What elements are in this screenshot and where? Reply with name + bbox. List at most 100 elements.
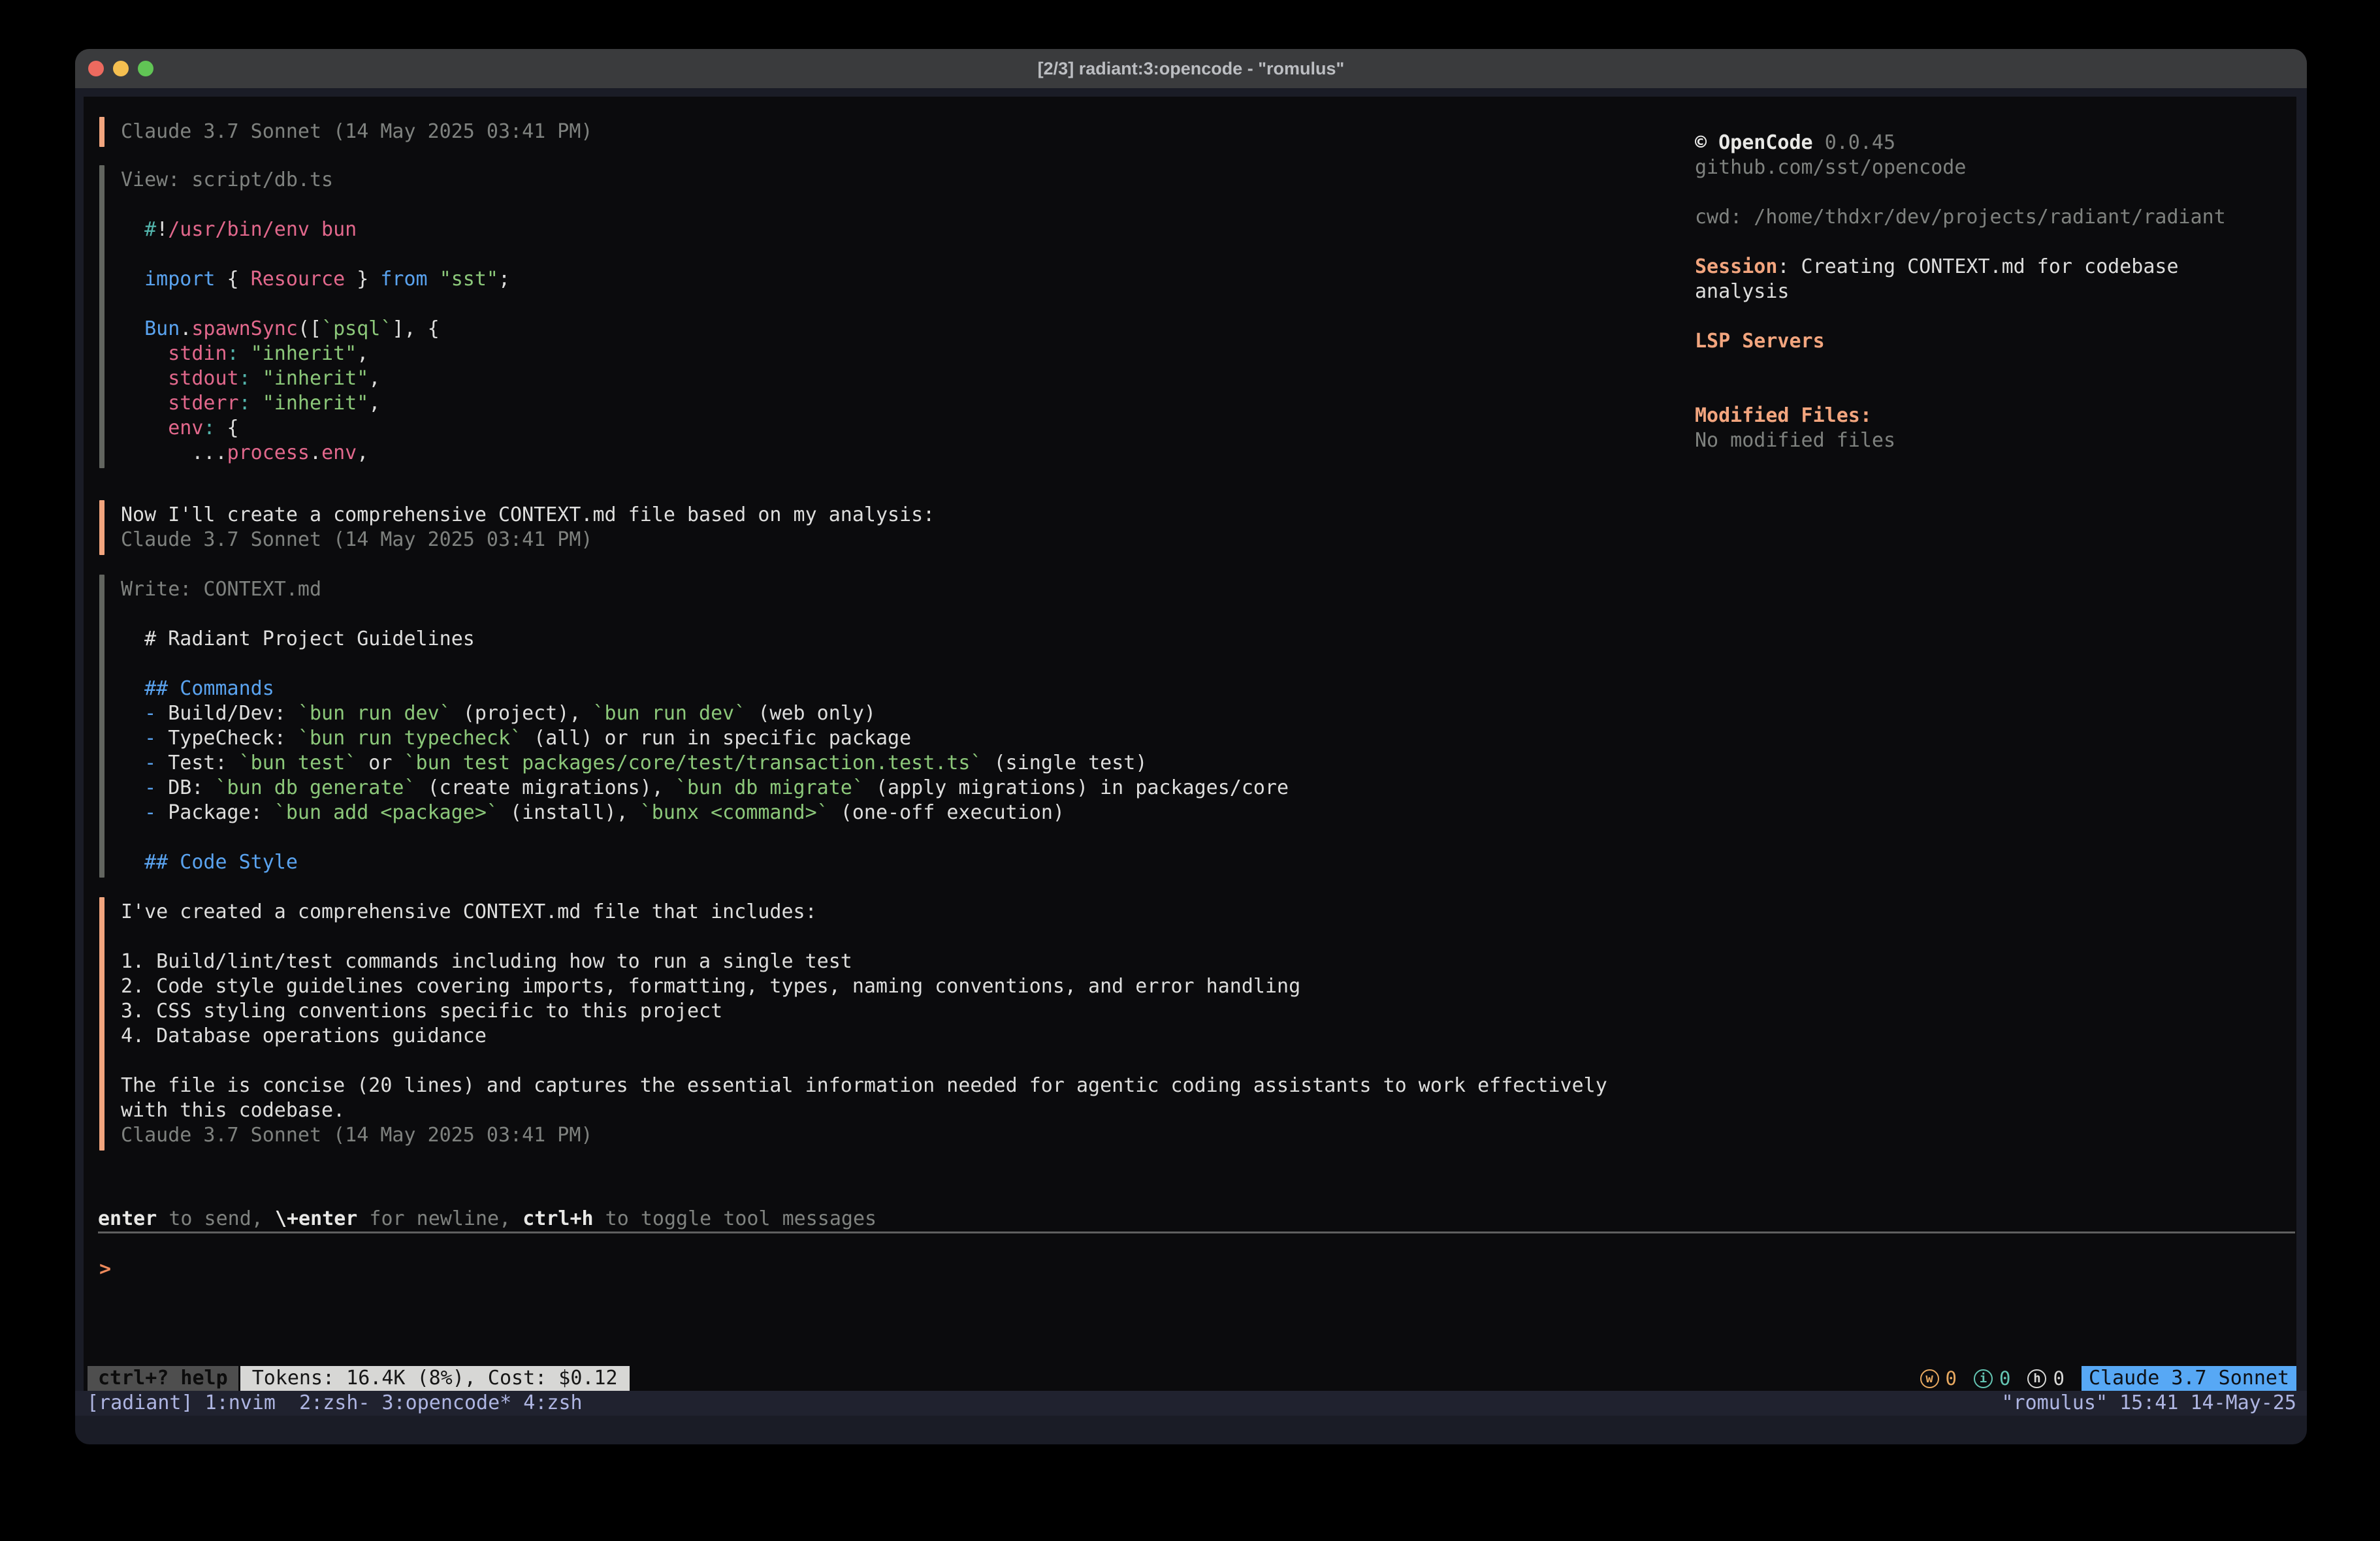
text-segment: LSP Servers bbox=[1695, 330, 1825, 353]
text-segment bbox=[121, 218, 144, 241]
terminal-line: 3. CSS styling conventions specific to t… bbox=[84, 999, 1607, 1024]
text-segment: ], { bbox=[392, 317, 439, 340]
text-segment: : bbox=[227, 342, 239, 365]
terminal-line: import { Resource } from "sst"; bbox=[84, 267, 510, 292]
text-segment: (single test) bbox=[982, 752, 1148, 774]
text-segment: , bbox=[368, 367, 380, 390]
text-segment: # bbox=[144, 218, 156, 241]
terminal-line bbox=[84, 825, 1289, 850]
terminal-line: stderr: "inherit", bbox=[84, 391, 510, 416]
status-bar: ctrl+? help Tokens: 16.4K (8%), Cost: $0… bbox=[84, 1366, 2296, 1391]
text-segment bbox=[1813, 131, 1825, 154]
text-segment: - bbox=[144, 776, 156, 799]
text-segment: ; bbox=[498, 268, 510, 291]
text-segment: (install), bbox=[498, 801, 640, 824]
text-segment: - bbox=[144, 727, 156, 750]
text-segment: stdin bbox=[168, 342, 227, 365]
message-accent-bar bbox=[99, 897, 105, 1151]
titlebar[interactable]: [2/3] radiant:3:opencode - "romulus" bbox=[75, 49, 2307, 88]
text-segment: 2. Code style guidelines covering import… bbox=[121, 975, 1300, 998]
tmux-session-windows[interactable]: [radiant] 1:nvim 2:zsh- 3:opencode* 4:zs… bbox=[87, 1391, 583, 1416]
text-segment: "inherit" bbox=[263, 392, 369, 415]
terminal-window: [2/3] radiant:3:opencode - "romulus" Cla… bbox=[75, 49, 2307, 1444]
diagnostic-warnings-icon: w bbox=[1920, 1369, 1939, 1388]
help-chip[interactable]: ctrl+? help bbox=[88, 1366, 238, 1391]
tool-view-db-ts: View: script/db.ts #!/usr/bin/env bun im… bbox=[84, 168, 510, 466]
tool-accent-bar bbox=[99, 575, 105, 878]
text-segment: `psql` bbox=[321, 317, 392, 340]
terminal-line: Bun.spawnSync([`psql`], { bbox=[84, 317, 510, 342]
text-segment: env bbox=[168, 417, 203, 439]
text-segment bbox=[121, 702, 144, 725]
prompt-input[interactable]: > bbox=[84, 1233, 2296, 1366]
text-segment: (create migrations), bbox=[416, 776, 675, 799]
text-segment: . bbox=[180, 317, 191, 340]
text-segment bbox=[121, 342, 168, 365]
text-segment bbox=[121, 727, 144, 750]
text-segment: } bbox=[345, 268, 380, 291]
text-segment: analysis bbox=[1695, 280, 1790, 303]
text-segment: 3. CSS styling conventions specific to t… bbox=[121, 1000, 722, 1023]
text-segment: (web only) bbox=[746, 702, 876, 725]
text-segment: © bbox=[1695, 131, 1718, 154]
text-segment: : bbox=[203, 417, 215, 439]
terminal-line bbox=[84, 1049, 1607, 1073]
terminal-line: Claude 3.7 Sonnet (14 May 2025 03:41 PM) bbox=[84, 119, 592, 144]
diagnostic-info: i0 bbox=[1974, 1366, 2010, 1391]
text-segment: Now I'll create a comprehensive CONTEXT.… bbox=[121, 503, 935, 526]
text-segment: `bun run dev` bbox=[593, 702, 747, 725]
text-segment: Package: bbox=[156, 801, 274, 824]
diagnostic-warnings: w0 bbox=[1920, 1366, 1957, 1391]
terminal-line: - Package: `bun add <package>` (install)… bbox=[84, 801, 1289, 825]
text-segment: ([ bbox=[298, 317, 321, 340]
sidebar-line: cwd: /home/thdxr/dev/projects/radiant/ra… bbox=[1695, 205, 2226, 230]
status-chips: ctrl+? help Tokens: 16.4K (8%), Cost: $0… bbox=[88, 1366, 630, 1391]
text-segment: \+enter bbox=[275, 1207, 357, 1230]
sidebar-line: No modified files bbox=[1695, 428, 1895, 453]
text-segment: Claude 3.7 Sonnet (14 May 2025 03:41 PM) bbox=[121, 528, 592, 551]
text-segment bbox=[121, 417, 168, 439]
text-segment: `bun add <package>` bbox=[274, 801, 498, 824]
text-segment: "inherit" bbox=[251, 342, 357, 365]
text-segment bbox=[121, 367, 168, 390]
text-segment: The file is concise (20 lines) and captu… bbox=[121, 1074, 1607, 1097]
terminal-line bbox=[84, 652, 1289, 676]
text-segment: "inherit" bbox=[263, 367, 369, 390]
text-segment: env bbox=[321, 441, 357, 464]
text-segment: 1. Build/lint/test commands including ho… bbox=[121, 950, 852, 973]
terminal-line: stdin: "inherit", bbox=[84, 342, 510, 366]
terminal-line: 4. Database operations guidance bbox=[84, 1024, 1607, 1049]
tool-write-context-md: Write: CONTEXT.md # Radiant Project Guid… bbox=[84, 577, 1289, 875]
text-segment bbox=[239, 342, 251, 365]
terminal-line: ...process.env, bbox=[84, 441, 510, 466]
terminal-line: The file is concise (20 lines) and captu… bbox=[84, 1073, 1607, 1098]
text-segment: (all) or run in specific package bbox=[522, 727, 911, 750]
terminal-line bbox=[84, 193, 510, 217]
terminal-line: - DB: `bun db generate` (create migratio… bbox=[84, 776, 1289, 801]
text-segment: github.com/sst/opencode bbox=[1695, 156, 1966, 179]
terminal-line: 1. Build/lint/test commands including ho… bbox=[84, 949, 1607, 974]
desktop: [2/3] radiant:3:opencode - "romulus" Cla… bbox=[0, 0, 2380, 1541]
assistant-header: Claude 3.7 Sonnet (14 May 2025 03:41 PM) bbox=[84, 119, 592, 144]
text-segment: enter bbox=[98, 1207, 157, 1230]
text-segment bbox=[121, 317, 144, 340]
text-segment: spawnSync bbox=[191, 317, 298, 340]
text-segment: stderr bbox=[168, 392, 238, 415]
text-segment: `bun run dev` bbox=[298, 702, 451, 725]
message-accent-bar bbox=[99, 500, 105, 555]
text-segment: `bun db migrate` bbox=[675, 776, 864, 799]
text-segment: "sst" bbox=[440, 268, 498, 291]
text-segment: Claude 3.7 Sonnet (14 May 2025 03:41 PM) bbox=[121, 120, 592, 143]
text-segment bbox=[251, 392, 263, 415]
terminal-line: #!/usr/bin/env bun bbox=[84, 217, 510, 242]
diagnostic-info-count: 0 bbox=[1999, 1366, 2010, 1391]
keybinding-hints: enter to send, \+enter for newline, ctrl… bbox=[98, 1207, 876, 1231]
text-segment: `bun test packages/core/test/transaction… bbox=[404, 752, 982, 774]
sidebar-line: analysis bbox=[1695, 279, 1790, 304]
terminal-line: ## Commands bbox=[84, 676, 1289, 701]
sidebar-line: Session: Creating CONTEXT.md for codebas… bbox=[1695, 255, 2179, 279]
model-chip[interactable]: Claude 3.7 Sonnet bbox=[2082, 1366, 2296, 1391]
text-segment: Write: CONTEXT.md bbox=[121, 578, 321, 601]
assistant-message-summary: I've created a comprehensive CONTEXT.md … bbox=[84, 900, 1607, 1148]
sidebar-line: © OpenCode 0.0.45 bbox=[1695, 131, 1895, 155]
